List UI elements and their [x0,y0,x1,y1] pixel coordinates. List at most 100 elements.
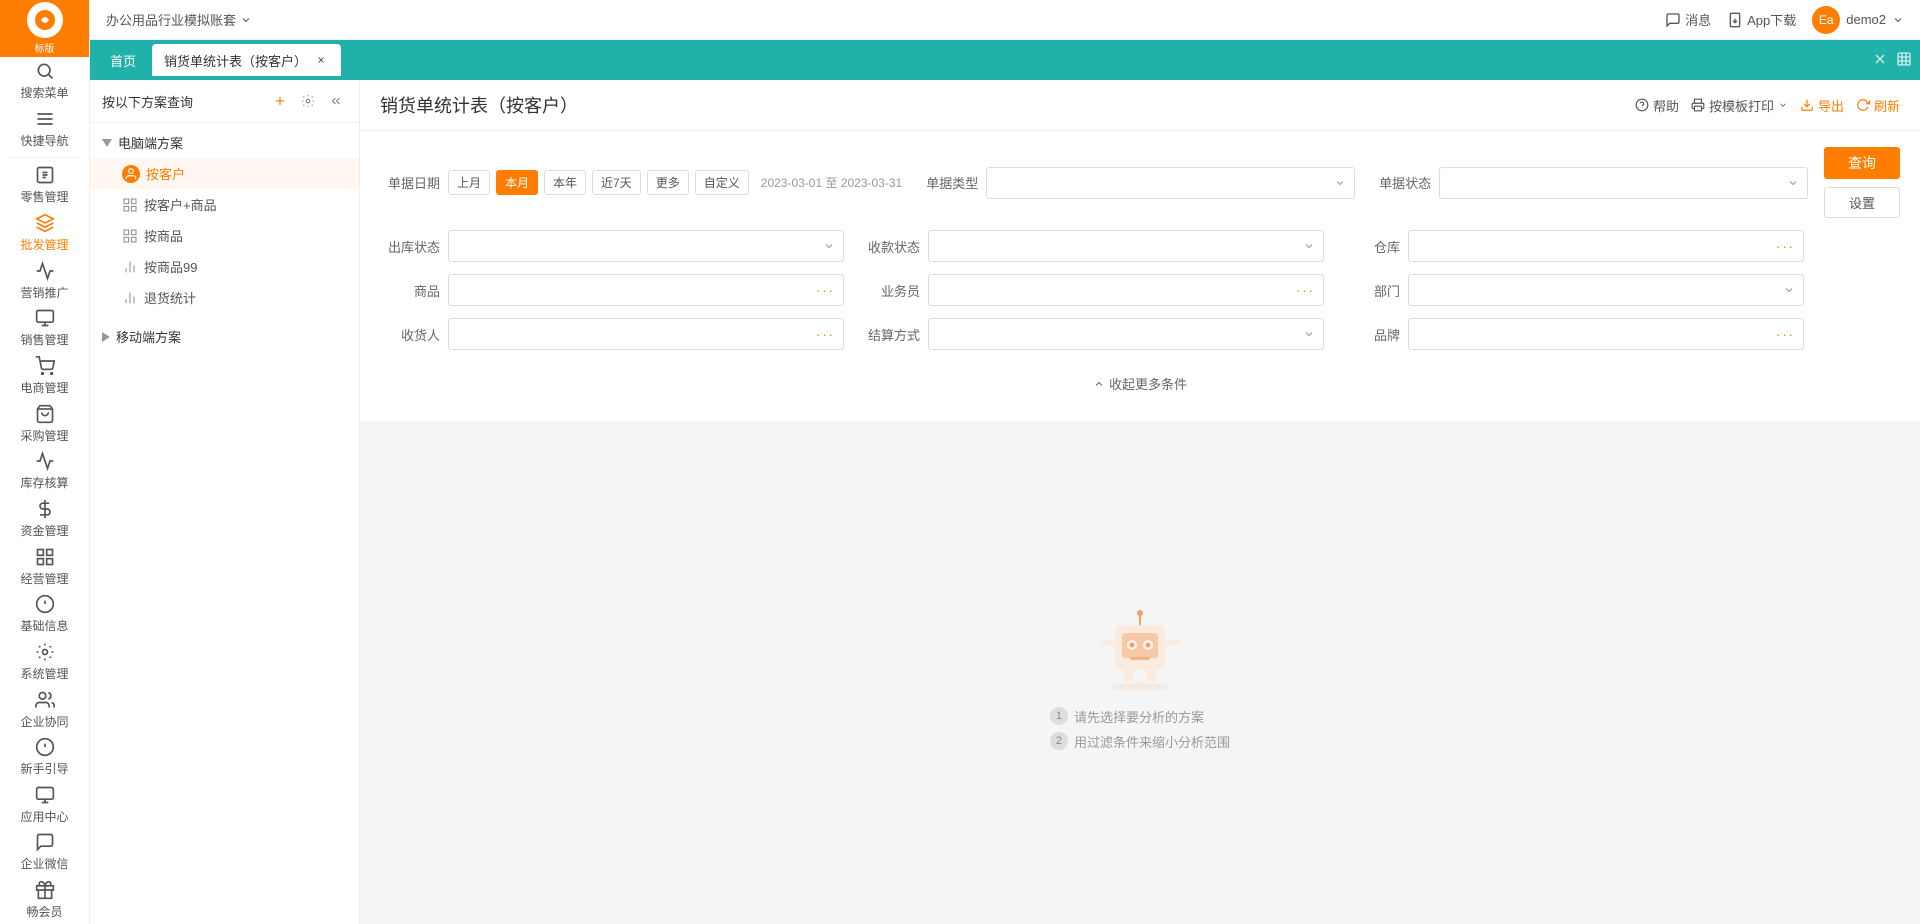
recipient-select[interactable]: ··· [448,318,844,350]
user-area[interactable]: Ea demo2 [1812,6,1904,34]
settlement-filter: 结算方式 [860,318,1324,350]
date-range: 2023-03-01 至 2023-03-31 [761,174,902,191]
sidebar-item-system[interactable]: 系统管理 [0,638,89,686]
department-select[interactable] [1408,274,1804,306]
department-filter: 部门 [1340,274,1804,306]
message-label: 消息 [1685,10,1711,29]
receipt-select[interactable] [928,230,1324,262]
sidebar-item-new-guide[interactable]: 新手引导 [0,733,89,781]
date-filter: 单据日期 上月 本月 本年 近7天 更多 自定义 2023-03-01 至 20… [380,170,902,195]
left-panel: 按以下方案查询 电脑端方案 [90,80,360,924]
right-panel: 销货单统计表（按客户） 帮助 按模板打印 导出 [360,80,1920,924]
last-month-btn[interactable]: 上月 [448,170,490,195]
doc-status-select[interactable] [1439,167,1808,199]
sidebar-item-enterprise[interactable]: 企业协同 [0,686,89,734]
tab-home-label: 首页 [110,51,136,70]
tab-close-btn[interactable] [313,52,329,68]
desktop-group-header[interactable]: 电脑端方案 [90,127,359,158]
app-logo[interactable]: 标版 [0,0,89,57]
collapse-btn[interactable]: 收起更多条件 [1081,370,1199,397]
recipient-dots: ··· [816,327,835,342]
warehouse-filter: 仓库 ··· [1340,230,1804,262]
sidebar-item-retail[interactable]: 零售管理 [0,161,89,209]
app-download-btn[interactable]: App下载 [1727,10,1796,29]
help-btn[interactable]: 帮助 [1635,96,1679,115]
warehouse-select[interactable]: ··· [1408,230,1804,262]
header-actions: 消息 App下载 Ea demo2 [1665,6,1904,34]
refresh-btn[interactable]: 刷新 [1856,96,1900,115]
maximize-icon [1896,51,1912,67]
template-print-btn[interactable]: 按模板打印 [1691,96,1788,115]
empty-state: 1 请先选择要分析的方案 2 用过滤条件来缩小分析范围 [360,421,1920,924]
sidebar-item-corp-wechat[interactable]: 企业微信 [0,829,89,877]
product-select[interactable]: ··· [448,274,844,306]
scheme-item-return-stats[interactable]: 退货统计 [90,282,359,313]
last-7-days-btn[interactable]: 近7天 [592,170,641,195]
page-title: 销货单统计表（按客户） [380,92,578,118]
sidebar-item-ecommerce[interactable]: 电商管理 [0,352,89,400]
export-btn[interactable]: 导出 [1800,96,1844,115]
sidebar-item-member[interactable]: 畅会员 [0,876,89,924]
sidebar-item-finance[interactable]: 资金管理 [0,495,89,543]
grid-icon [122,197,138,213]
template-print-label: 按模板打印 [1709,96,1774,115]
scheme-item-by-product[interactable]: 按商品 [90,220,359,251]
warehouse-dots: ··· [1776,239,1795,254]
settings-btn[interactable]: 设置 [1824,187,1900,218]
tip-label-2: 用过滤条件来缩小分析范围 [1074,732,1230,751]
settlement-select[interactable] [928,318,1324,350]
chart-icon [122,290,138,306]
doc-type-label: 单据类型 [918,173,978,192]
tab-sales-stats[interactable]: 销货单统计表（按客户） [152,44,341,76]
sidebar-item-inventory[interactable]: 库存核算 [0,447,89,495]
tab-home[interactable]: 首页 [98,44,148,76]
add-scheme-btn[interactable] [269,90,291,112]
doc-type-select[interactable] [986,167,1355,199]
sidebar-item-search-menu[interactable]: 搜索菜单 [0,57,89,105]
empty-illustration [1080,595,1200,695]
brand-select[interactable]: ··· [1408,318,1804,350]
outbound-chevron-icon [823,240,835,252]
page-header: 销货单统计表（按客户） 帮助 按模板打印 导出 [360,80,1920,131]
sidebar-item-sales-mgmt[interactable]: 销售管理 [0,304,89,352]
close-icon [316,55,326,65]
salesperson-select[interactable]: ··· [928,274,1324,306]
collapse-panel-btn[interactable] [325,90,347,112]
company-dropdown[interactable]: 办公用品行业模拟账套 [106,10,252,29]
tab-bar: 首页 销货单统计表（按客户） [90,40,1920,80]
sidebar-item-quick-nav[interactable]: 快捷导航 [0,105,89,153]
brand-dots: ··· [1776,327,1795,342]
mobile-group-header[interactable]: 移动端方案 [90,321,359,352]
outbound-select[interactable] [448,230,844,262]
scheme-by-customer-label: 按客户 [146,164,185,183]
collapse-label: 收起更多条件 [1109,374,1187,393]
current-year-btn[interactable]: 本年 [544,170,586,195]
doc-status-label: 单据状态 [1371,173,1431,192]
tab-sales-stats-label: 销货单统计表（按客户） [164,51,307,70]
current-month-btn[interactable]: 本月 [496,170,538,195]
scheme-item-by-customer-product[interactable]: 按客户+商品 [90,189,359,220]
scheme-by-product-label: 按商品 [144,226,183,245]
settings-scheme-btn[interactable] [297,90,319,112]
custom-btn[interactable]: 自定义 [695,170,749,195]
receipt-filter: 收款状态 [860,230,1324,262]
scheme-item-by-product-99[interactable]: 按商品99 [90,251,359,282]
message-btn[interactable]: 消息 [1665,10,1711,29]
expand-icon [102,139,112,147]
sidebar-item-app-center[interactable]: 应用中心 [0,781,89,829]
mobile-group-label: 移动端方案 [116,327,181,346]
sidebar-item-purchase[interactable]: 采购管理 [0,400,89,448]
tab-close-all-btn[interactable] [1872,51,1888,70]
query-btn[interactable]: 查询 [1824,147,1900,179]
more-btn[interactable]: 更多 [647,170,689,195]
sidebar-item-operations[interactable]: 经营管理 [0,543,89,591]
sidebar-item-basic-info[interactable]: 基础信息 [0,590,89,638]
tab-maximize-btn[interactable] [1896,51,1912,70]
collapsed-icon [102,332,110,342]
date-label: 单据日期 [380,173,440,192]
scheme-item-by-customer[interactable]: 按客户 [90,158,359,189]
sidebar-item-wholesale[interactable]: 批发管理 [0,209,89,257]
settlement-chevron-icon [1303,328,1315,340]
salesperson-label: 业务员 [860,281,920,300]
sidebar-item-marketing[interactable]: 营销推广 [0,257,89,305]
